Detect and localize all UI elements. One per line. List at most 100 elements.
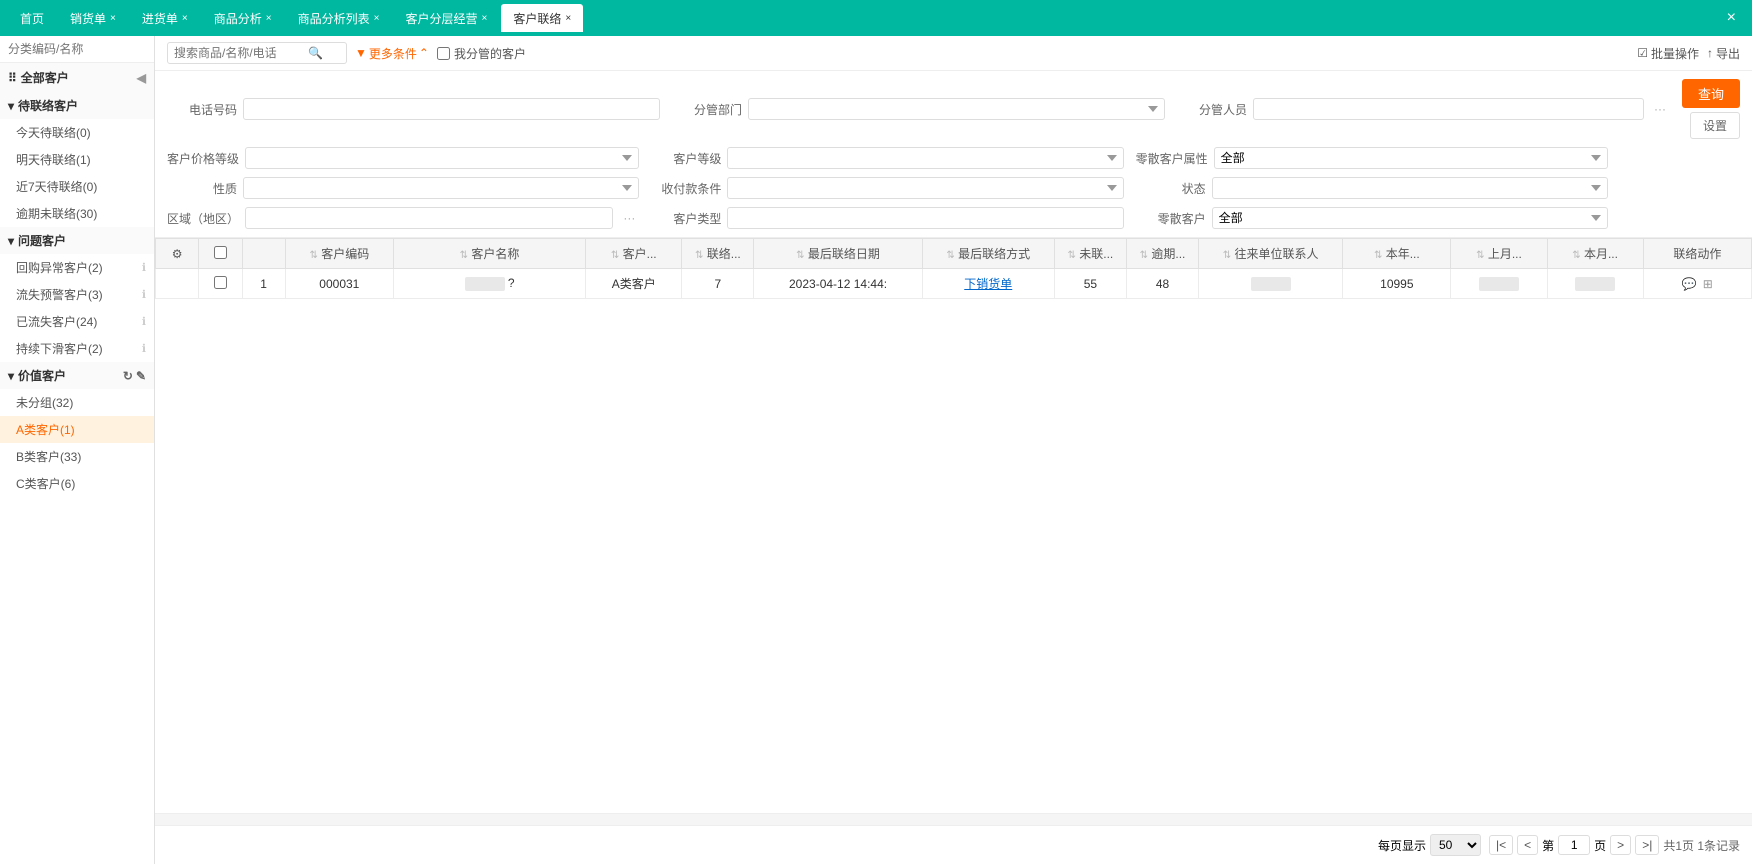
nav-sales[interactable]: 销货单 × — [58, 4, 128, 32]
nav-customer-segment-close[interactable]: × — [481, 13, 487, 24]
edit-icon[interactable]: ✎ — [136, 369, 146, 383]
retail-select[interactable]: 全部 — [1212, 207, 1608, 229]
sidebar-item-tomorrow[interactable]: 明天待联络(1) — [0, 146, 154, 173]
th-last-way-label: 最后联络方式 — [958, 247, 1030, 261]
sort-icon-11: ⇅ — [1476, 250, 1484, 261]
th-code: ⇅ 客户编码 — [285, 239, 393, 269]
sidebar-item-unclassified[interactable]: 未分组(32) — [0, 389, 154, 416]
region-dots[interactable]: ··· — [619, 211, 639, 225]
sidebar-item-class-c[interactable]: C类客户(6) — [0, 470, 154, 497]
row-last-way[interactable]: 下销货单 — [964, 277, 1012, 291]
my-customers-checkbox[interactable] — [437, 47, 450, 60]
nav-purchase-close[interactable]: × — [182, 13, 188, 24]
query-button[interactable]: 查询 — [1682, 79, 1740, 108]
class-a-label: A类客户(1) — [16, 421, 75, 438]
th-type: ⇅ 客户... — [586, 239, 682, 269]
sidebar-item-class-b[interactable]: B类客户(33) — [0, 443, 154, 470]
nav-product-list-close[interactable]: × — [374, 13, 380, 24]
collapse-icon[interactable]: ◀ — [137, 71, 146, 85]
manager-dots[interactable]: ··· — [1650, 102, 1670, 116]
price-level-select[interactable] — [245, 147, 639, 169]
horizontal-scrollbar[interactable] — [155, 813, 1752, 825]
help-icon-1[interactable]: ℹ — [142, 261, 146, 274]
field-status: 状态 — [1136, 177, 1608, 199]
sidebar-all-customers[interactable]: ⠿ 全部客户 ◀ — [0, 63, 154, 92]
select-all-checkbox[interactable] — [214, 246, 227, 259]
phone-input[interactable] — [243, 98, 660, 120]
sidebar-item-class-a[interactable]: A类客户(1) — [0, 416, 154, 443]
row-name-suffix: ? — [508, 276, 515, 290]
field-price-level: 客户价格等级 — [167, 147, 639, 169]
nav-customer-contact-close[interactable]: × — [565, 13, 571, 24]
sidebar-item-repurchase[interactable]: 回购异常客户(2) ℹ — [0, 254, 154, 281]
nav-product-analysis-close[interactable]: × — [266, 13, 272, 24]
help-icon-4[interactable]: ℹ — [142, 342, 146, 355]
sidebar-item-overdue[interactable]: 逾期未联络(30) — [0, 200, 154, 227]
nav-sales-close[interactable]: × — [110, 13, 116, 24]
row-checkbox[interactable] — [214, 276, 227, 289]
search-icon[interactable]: 🔍 — [308, 46, 323, 60]
table-row: 1 000031 ? A类客户 7 — [156, 269, 1752, 299]
export-btn[interactable]: ↑ 导出 — [1707, 45, 1740, 62]
nav-home[interactable]: 首页 — [8, 4, 56, 32]
phone-label: 电话号码 — [167, 101, 237, 118]
my-customers-check[interactable]: 我分管的客户 — [437, 45, 526, 62]
payment-select[interactable] — [727, 177, 1123, 199]
sort-icon-6: ⇅ — [946, 250, 954, 261]
status-select[interactable] — [1212, 177, 1608, 199]
retail-attr-select[interactable]: 全部 — [1214, 147, 1608, 169]
sidebar-section-pending[interactable]: ▾ 待联络客户 — [0, 92, 154, 119]
refresh-icon[interactable]: ↻ — [123, 369, 133, 383]
settings-button[interactable]: 设置 — [1690, 112, 1740, 139]
nav-product-analysis[interactable]: 商品分析 × — [202, 4, 284, 32]
today-label: 今天待联络(0) — [16, 124, 91, 141]
batch-ops-btn[interactable]: ☑ 批量操作 — [1637, 45, 1699, 62]
sidebar-item-declining[interactable]: 持续下滑客户(2) ℹ — [0, 335, 154, 362]
sort-icon-9: ⇅ — [1223, 250, 1231, 261]
grid-icon-action[interactable]: ⊞ — [1703, 277, 1713, 291]
cell-actions: 💬 ⊞ — [1643, 269, 1751, 299]
cell-last-date: 2023-04-12 14:44: — [754, 269, 922, 299]
nav-purchase[interactable]: 进货单 × — [130, 4, 200, 32]
page-input[interactable] — [1558, 835, 1590, 855]
nav-product-list[interactable]: 商品分析列表 × — [286, 4, 392, 32]
page-next-btn[interactable]: > — [1610, 835, 1631, 855]
page-last-btn[interactable]: >| — [1635, 835, 1659, 855]
search-input[interactable] — [174, 46, 304, 60]
nature-select[interactable] — [243, 177, 639, 199]
cell-last-month — [1451, 269, 1547, 299]
nav-customer-contact[interactable]: 客户联络 × — [501, 4, 583, 32]
manager-input[interactable] — [1253, 98, 1644, 120]
nature-label: 性质 — [167, 180, 237, 197]
nav-customer-segment[interactable]: 客户分层经营 × — [393, 4, 499, 32]
th-check — [199, 239, 242, 269]
sidebar-search-input[interactable] — [8, 42, 155, 56]
sort-icon-12: ⇅ — [1572, 250, 1580, 261]
sidebar-section-value[interactable]: ▾ 价值客户 ↻ ✎ — [0, 362, 154, 389]
customer-type-input[interactable] — [727, 207, 1123, 229]
sidebar-item-today[interactable]: 今天待联络(0) — [0, 119, 154, 146]
sidebar-section-problem[interactable]: ▾ 问题客户 — [0, 227, 154, 254]
query-btn-group: 查询 设置 — [1682, 79, 1740, 139]
row-last-month — [1479, 277, 1519, 291]
help-icon-3[interactable]: ℹ — [142, 315, 146, 328]
field-manager: 分管人员 ··· — [1177, 98, 1670, 120]
sidebar-item-week[interactable]: 近7天待联络(0) — [0, 173, 154, 200]
th-gear[interactable]: ⚙ — [156, 239, 199, 269]
help-icon-2[interactable]: ℹ — [142, 288, 146, 301]
page-first-btn[interactable]: |< — [1489, 835, 1513, 855]
chat-icon[interactable]: 💬 — [1682, 277, 1697, 291]
field-retail-attr: 零散客户属性 全部 — [1136, 147, 1608, 169]
sidebar-item-churn-warn[interactable]: 流失预警客户(3) ℹ — [0, 281, 154, 308]
more-conditions-btn[interactable]: ▼ 更多条件 ⌃ — [355, 45, 429, 62]
overdue-label: 逾期未联络(30) — [16, 205, 97, 222]
page-prev-btn[interactable]: < — [1517, 835, 1538, 855]
region-input[interactable] — [245, 207, 613, 229]
close-all-button[interactable]: × — [1719, 9, 1744, 27]
sidebar-item-churned[interactable]: 已流失客户(24) ℹ — [0, 308, 154, 335]
th-last-date-label: 最后联络日期 — [808, 247, 880, 261]
customer-level-select[interactable] — [727, 147, 1123, 169]
dept-select[interactable] — [748, 98, 1165, 120]
page-size-select[interactable]: 50 100 200 — [1430, 834, 1481, 856]
nav-sales-label: 销货单 — [70, 10, 106, 27]
